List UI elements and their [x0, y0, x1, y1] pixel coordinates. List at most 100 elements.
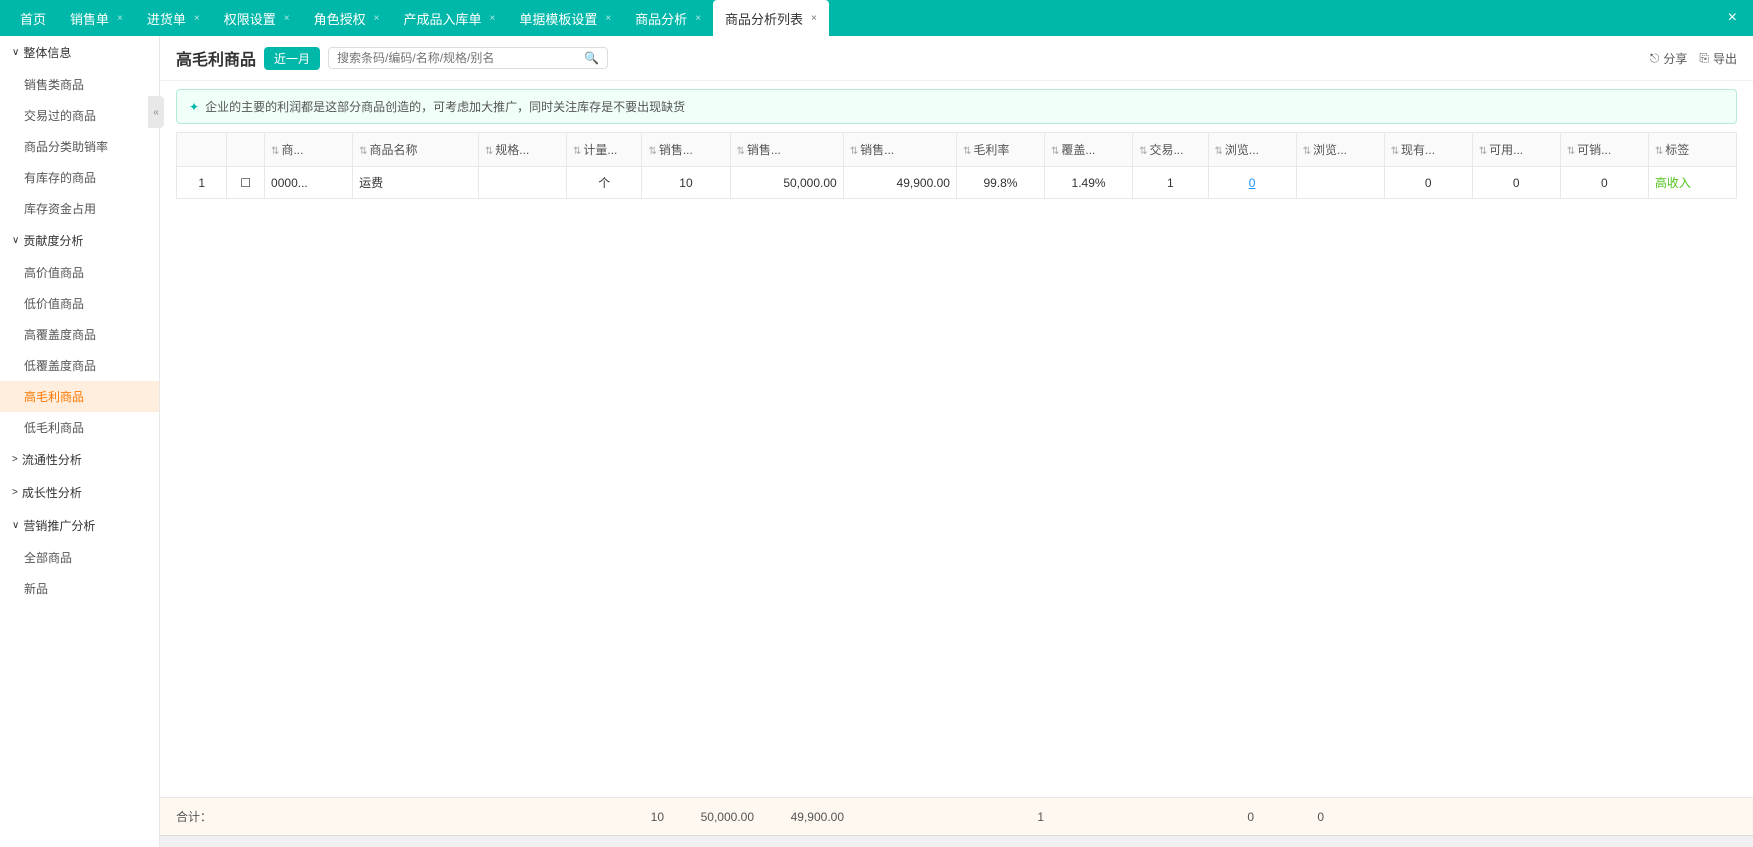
nav-item-角色授权[interactable]: 角色授权× [302, 0, 392, 36]
search-input[interactable] [337, 51, 580, 65]
nav-item-商品分析[interactable]: 商品分析× [623, 0, 713, 36]
col-header-label-17: 标签 [1665, 143, 1689, 157]
sidebar-group-成长性分析[interactable]: >成长性分析 [0, 476, 159, 509]
table-cell-9: 99.8% [956, 167, 1044, 199]
nav-item-产成品入库单[interactable]: 产成品入库单× [391, 0, 507, 36]
sidebar-group-营销推广分析[interactable]: ∨营销推广分析 [0, 509, 159, 542]
sort-icon: ⇅ [359, 146, 367, 157]
table-header: ⇅商...⇅商品名称⇅规格...⇅计量...⇅销售...⇅销售...⇅销售...… [177, 133, 1737, 167]
nav-close-icon[interactable]: × [194, 13, 200, 24]
col-header-17[interactable]: ⇅标签 [1648, 133, 1736, 167]
table-cell-0: 1 [177, 167, 227, 199]
nav-close-icon[interactable]: × [117, 13, 123, 24]
footer-cell-6: 10 [602, 810, 672, 824]
content-area: 高毛利商品 近一月 🔍 ⎋ 分享 ⎘ 导出 ✦ 企业的主要的利润都是这部分商品创… [160, 36, 1753, 847]
share-label: 分享 [1663, 50, 1687, 67]
table-cell-11: 1 [1133, 167, 1208, 199]
col-header-14[interactable]: ⇅现有... [1384, 133, 1472, 167]
sidebar-item-有库存的商品[interactable]: 有库存的商品 [0, 162, 159, 193]
footer-cell-2 [302, 810, 372, 824]
sidebar-group-贡献度分析[interactable]: ∨贡献度分析 [0, 224, 159, 257]
sidebar-item-销售类商品[interactable]: 销售类商品 [0, 69, 159, 100]
footer-cell-12 [1052, 810, 1122, 824]
table-cell-16: 0 [1560, 167, 1648, 199]
nav-close-icon[interactable]: × [284, 13, 290, 24]
share-button[interactable]: ⎋ 分享 [1650, 50, 1688, 67]
sidebar-item-交易过的商品[interactable]: 交易过的商品 [0, 100, 159, 131]
sidebar-item-低价值商品[interactable]: 低价值商品 [0, 288, 159, 319]
footer-cell-14: 0 [1192, 810, 1262, 824]
main-layout: « ∨整体信息销售类商品交易过的商品商品分类助销率有库存的商品库存资金占用∨贡献… [0, 36, 1753, 847]
nav-items-container: 首页销售单×进货单×权限设置×角色授权×产成品入库单×单据模板设置×商品分析×商… [8, 0, 1720, 36]
nav-item-权限设置[interactable]: 权限设置× [212, 0, 302, 36]
col-header-label-6: 销售... [659, 143, 693, 157]
sort-icon: ⇅ [1567, 146, 1575, 157]
col-header-12[interactable]: ⇅浏览... [1208, 133, 1296, 167]
sidebar-item-高覆盖度商品[interactable]: 高覆盖度商品 [0, 319, 159, 350]
nav-close-icon[interactable]: × [811, 13, 817, 24]
col-header-10[interactable]: ⇅覆盖... [1045, 133, 1133, 167]
sidebar-item-高价值商品[interactable]: 高价值商品 [0, 257, 159, 288]
col-header-8[interactable]: ⇅销售... [843, 133, 956, 167]
col-header-6[interactable]: ⇅销售... [642, 133, 730, 167]
close-all-button[interactable]: × [1720, 9, 1745, 27]
col-header-4[interactable]: ⇅规格... [478, 133, 566, 167]
footer-cell-10 [922, 810, 992, 824]
sort-icon: ⇅ [648, 146, 656, 157]
sidebar-item-低毛利商品[interactable]: 低毛利商品 [0, 412, 159, 443]
nav-close-icon[interactable]: × [605, 13, 611, 24]
table-cell-14: 0 [1384, 167, 1472, 199]
search-icon[interactable]: 🔍 [584, 51, 599, 65]
sidebar-group-流通性分析[interactable]: >流通性分析 [0, 443, 159, 476]
col-header-label-4: 规格... [495, 143, 529, 157]
col-header-1[interactable] [227, 133, 265, 167]
footer-cell-15: 0 [1262, 810, 1332, 824]
sidebar-item-高毛利商品[interactable]: 高毛利商品 [0, 381, 159, 412]
sidebar-item-库存资金占用[interactable]: 库存资金占用 [0, 193, 159, 224]
sidebar-group-label: 营销推广分析 [23, 517, 95, 534]
col-header-13[interactable]: ⇅浏览... [1296, 133, 1384, 167]
footer-cell-17 [1402, 810, 1472, 824]
table-cell-12[interactable]: 0 [1208, 167, 1296, 199]
sidebar-collapse-button[interactable]: « [148, 96, 164, 128]
col-header-5[interactable]: ⇅计量... [566, 133, 641, 167]
tip-icon: ✦ [189, 100, 199, 114]
sort-icon: ⇅ [737, 146, 745, 157]
col-header-0[interactable] [177, 133, 227, 167]
filter-recent-button[interactable]: 近一月 [264, 47, 320, 70]
sort-icon: ⇅ [1479, 146, 1487, 157]
col-header-15[interactable]: ⇅可用... [1472, 133, 1560, 167]
col-header-9[interactable]: ⇅毛利率 [956, 133, 1044, 167]
export-button[interactable]: ⎘ 导出 [1699, 50, 1737, 67]
export-label: 导出 [1713, 50, 1737, 67]
sidebar-group-整体信息[interactable]: ∨整体信息 [0, 36, 159, 69]
col-header-label-11: 交易... [1149, 143, 1183, 157]
footer-cell-9 [852, 810, 922, 824]
sort-icon: ⇅ [1215, 146, 1223, 157]
nav-item-进货单[interactable]: 进货单× [135, 0, 212, 36]
nav-close-icon[interactable]: × [374, 13, 380, 24]
sidebar-item-商品分类助销率[interactable]: 商品分类助销率 [0, 131, 159, 162]
col-header-16[interactable]: ⇅可销... [1560, 133, 1648, 167]
nav-close-icon[interactable]: × [695, 13, 701, 24]
bottom-scrollbar[interactable] [160, 835, 1753, 847]
col-header-2[interactable]: ⇅商... [265, 133, 353, 167]
nav-item-商品分析列表[interactable]: 商品分析列表× [713, 0, 829, 36]
sidebar-item-新品[interactable]: 新品 [0, 573, 159, 604]
col-header-label-16: 可销... [1577, 143, 1611, 157]
sort-icon: ⇅ [1303, 146, 1311, 157]
arrow-icon: > [12, 454, 18, 465]
col-header-11[interactable]: ⇅交易... [1133, 133, 1208, 167]
col-header-label-15: 可用... [1489, 143, 1523, 157]
sidebar-item-全部商品[interactable]: 全部商品 [0, 542, 159, 573]
arrow-icon: ∨ [12, 235, 19, 246]
nav-item-首页[interactable]: 首页 [8, 0, 58, 36]
nav-item-销售单[interactable]: 销售单× [58, 0, 135, 36]
info-text: 企业的主要的利润都是这部分商品创造的，可考虑加大推广，同时关注库存是不要出现缺货 [205, 98, 685, 115]
data-table: ⇅商...⇅商品名称⇅规格...⇅计量...⇅销售...⇅销售...⇅销售...… [176, 132, 1737, 199]
col-header-3[interactable]: ⇅商品名称 [353, 133, 479, 167]
col-header-7[interactable]: ⇅销售... [730, 133, 843, 167]
sidebar-item-低覆盖度商品[interactable]: 低覆盖度商品 [0, 350, 159, 381]
nav-close-icon[interactable]: × [489, 13, 495, 24]
nav-item-单据模板设置[interactable]: 单据模板设置× [507, 0, 623, 36]
